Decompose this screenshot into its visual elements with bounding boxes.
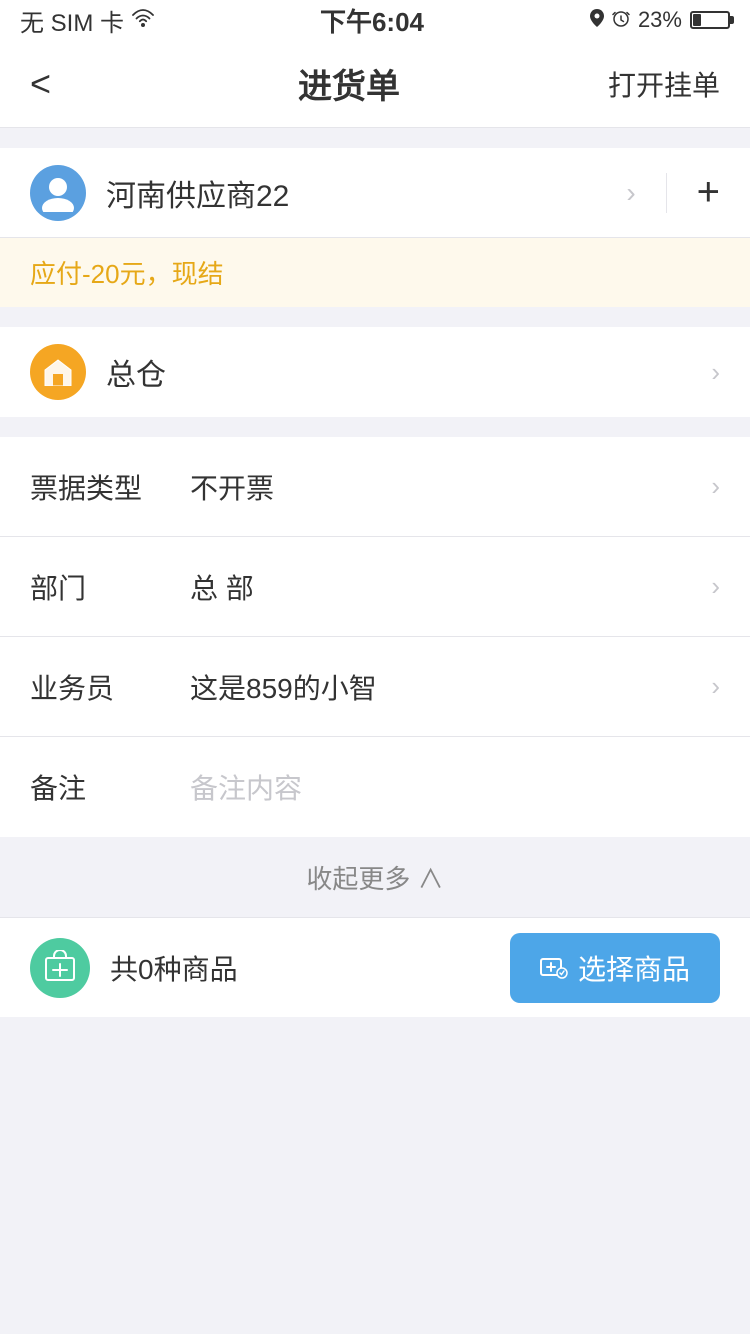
carrier-label: 无 SIM 卡 xyxy=(20,3,124,38)
select-product-icon xyxy=(540,956,568,980)
house-icon xyxy=(43,358,73,386)
status-right: 23% xyxy=(590,7,730,33)
remark-value[interactable]: 备注内容 xyxy=(170,767,720,807)
salesperson-value: 这是859的小智 xyxy=(170,667,701,707)
supplier-chevron-icon: › xyxy=(626,177,635,209)
open-pending-button[interactable]: 打开挂单 xyxy=(608,64,720,104)
invoice-type-row[interactable]: 票据类型 不开票 › xyxy=(0,437,750,537)
department-label: 部门 xyxy=(30,567,170,607)
section-gap-1 xyxy=(0,128,750,148)
department-row[interactable]: 部门 总 部 › xyxy=(0,537,750,637)
salesperson-label: 业务员 xyxy=(30,667,170,707)
supplier-avatar xyxy=(30,165,86,221)
warehouse-row[interactable]: 总仓 › xyxy=(0,327,750,417)
battery-icon xyxy=(690,11,730,29)
remark-label: 备注 xyxy=(30,767,170,807)
invoice-type-value: 不开票 xyxy=(170,467,701,507)
select-product-label: 选择商品 xyxy=(578,948,690,988)
remaining-area xyxy=(0,1017,750,1317)
cart-icon xyxy=(42,950,78,986)
status-left: 无 SIM 卡 xyxy=(20,3,154,38)
department-value: 总 部 xyxy=(170,567,701,607)
warehouse-section: 总仓 › xyxy=(0,327,750,417)
location-icon xyxy=(590,7,604,33)
status-bar: 无 SIM 卡 下午6:04 23% xyxy=(0,0,750,40)
form-section: 票据类型 不开票 › 部门 总 部 › 业务员 这是859的小智 › 备注 备注… xyxy=(0,437,750,837)
battery-percent: 23% xyxy=(638,7,682,33)
status-time: 下午6:04 xyxy=(320,2,424,39)
wifi-icon xyxy=(132,6,154,34)
supplier-row[interactable]: 河南供应商22 › + xyxy=(0,148,750,238)
product-count-label: 共0种商品 xyxy=(110,948,510,988)
select-product-button[interactable]: 选择商品 xyxy=(510,933,720,1003)
invoice-type-label: 票据类型 xyxy=(30,467,170,507)
department-chevron-icon: › xyxy=(711,571,720,602)
remark-row[interactable]: 备注 备注内容 xyxy=(0,737,750,837)
bottom-bar: 共0种商品 选择商品 xyxy=(0,917,750,1017)
back-button[interactable]: < xyxy=(30,63,90,105)
add-supplier-button[interactable]: + xyxy=(697,170,720,215)
collapse-label: 收起更多 ∧ xyxy=(306,859,443,896)
salesperson-chevron-icon: › xyxy=(711,671,720,702)
product-icon-wrap xyxy=(30,938,90,998)
nav-bar: < 进货单 打开挂单 xyxy=(0,40,750,128)
notice-banner: 应付-20元，现结 xyxy=(0,238,750,307)
supplier-section: 河南供应商22 › + 应付-20元，现结 xyxy=(0,148,750,307)
page-title: 进货单 xyxy=(298,59,400,108)
alarm-icon xyxy=(612,7,630,33)
warehouse-chevron-icon: › xyxy=(711,357,720,388)
supplier-name: 河南供应商22 xyxy=(106,171,626,215)
warehouse-name: 总仓 xyxy=(106,350,711,394)
salesperson-row[interactable]: 业务员 这是859的小智 › xyxy=(0,637,750,737)
supplier-divider xyxy=(666,173,667,213)
invoice-type-chevron-icon: › xyxy=(711,471,720,502)
warehouse-icon-wrap xyxy=(30,344,86,400)
collapse-row[interactable]: 收起更多 ∧ xyxy=(0,837,750,917)
